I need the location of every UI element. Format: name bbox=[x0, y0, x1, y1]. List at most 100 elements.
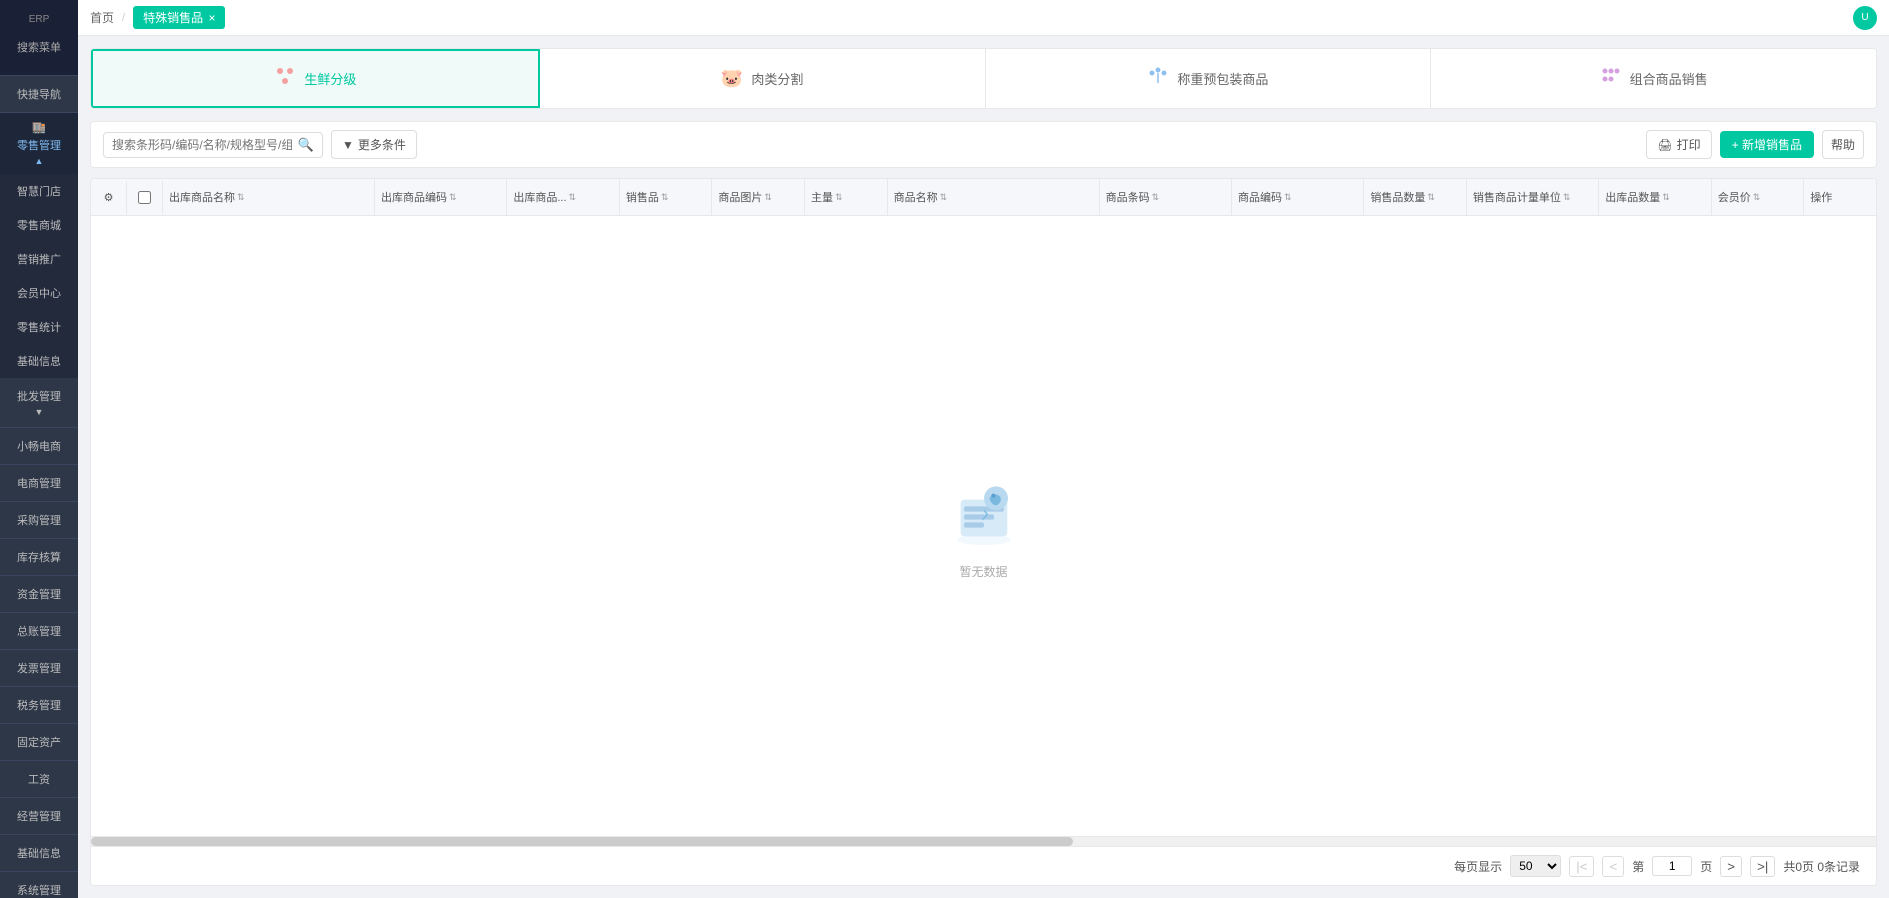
page-label: 页 bbox=[1700, 858, 1712, 875]
table-body: 暂无数据 bbox=[91, 216, 1876, 836]
sidebar-mini-store[interactable]: 小畅电商 bbox=[0, 428, 78, 465]
th-settings[interactable]: ⚙ bbox=[91, 181, 127, 214]
prev-page-button[interactable]: < bbox=[1602, 856, 1624, 877]
page-label-pre: 第 bbox=[1632, 858, 1644, 875]
sidebar-purchase-mgmt[interactable]: 采购管理 bbox=[0, 502, 78, 539]
sort-out-product-name[interactable]: ⇅ bbox=[237, 192, 245, 203]
sidebar-general-ledger[interactable]: 总账管理 bbox=[0, 613, 78, 650]
th-checkbox[interactable] bbox=[127, 181, 163, 214]
sidebar-finance-mgmt[interactable]: 资金管理 bbox=[0, 576, 78, 613]
page-content: 生鲜分级 🐷 肉类分割 称重预包装商品 bbox=[78, 36, 1889, 898]
tab-combo-sales[interactable]: 组合商品销售 bbox=[1431, 49, 1876, 108]
per-page-select[interactable]: 50 10 20 100 bbox=[1510, 855, 1561, 877]
sidebar-item-members[interactable]: 会员中心 bbox=[0, 276, 78, 310]
sidebar-item-base-info-retail[interactable]: 基础信息 bbox=[0, 344, 78, 378]
th-sale-qty: 销售品数量 ⇅ bbox=[1364, 179, 1467, 215]
tab-meat-cut-label: 肉类分割 bbox=[751, 69, 803, 88]
sort-member-price[interactable]: ⇅ bbox=[1753, 192, 1761, 203]
sidebar-quick-nav[interactable]: 快捷导航 bbox=[0, 76, 78, 113]
sidebar-logo: ERP 搜索菜单 bbox=[0, 0, 78, 76]
table-header: ⚙ 出库商品名称 ⇅ 出库商品编码 ⇅ 出库商品... ⇅ bbox=[91, 179, 1876, 216]
sort-goods-name[interactable]: ⇅ bbox=[940, 192, 948, 203]
tab-combo-sales-label: 组合商品销售 bbox=[1630, 69, 1708, 88]
header-bar: 首页 / 特殊销售品 × U bbox=[78, 0, 1889, 36]
tab-meat-cut[interactable]: 🐷 肉类分割 bbox=[540, 49, 986, 108]
sort-out-product-short[interactable]: ⇅ bbox=[569, 192, 577, 203]
print-button[interactable]: 🖨 打印 bbox=[1646, 130, 1711, 159]
horizontal-scrollbar[interactable] bbox=[91, 836, 1876, 846]
empty-state: 暂无数据 bbox=[944, 473, 1024, 580]
empty-illustration bbox=[944, 473, 1024, 553]
sidebar-item-marketing[interactable]: 营销推广 bbox=[0, 242, 78, 276]
sort-product-image[interactable]: ⇅ bbox=[764, 192, 772, 203]
sidebar-ecom-mgmt[interactable]: 电商管理 bbox=[0, 465, 78, 502]
tab-fresh-grading[interactable]: 生鲜分级 bbox=[91, 49, 540, 108]
combo-sales-icon bbox=[1600, 65, 1622, 92]
search-input[interactable] bbox=[112, 138, 292, 152]
sidebar-base-info[interactable]: 基础信息 bbox=[0, 835, 78, 872]
sidebar-item-retail-mall[interactable]: 零售商城 bbox=[0, 208, 78, 242]
tab-close-icon[interactable]: × bbox=[208, 11, 215, 25]
user-avatar[interactable]: U bbox=[1853, 6, 1877, 30]
add-sales-button[interactable]: + 新增销售品 bbox=[1720, 131, 1814, 158]
tab-fresh-grading-label: 生鲜分级 bbox=[304, 69, 356, 88]
total-label: 共0页 0条记录 bbox=[1783, 858, 1860, 875]
sidebar-batch-mgmt[interactable]: 批发管理 ▼ bbox=[0, 378, 78, 428]
sort-out-qty[interactable]: ⇅ bbox=[1662, 192, 1670, 203]
th-main-qty: 主量 ⇅ bbox=[805, 179, 888, 215]
sort-barcode[interactable]: ⇅ bbox=[1152, 192, 1160, 203]
scrollbar-thumb[interactable] bbox=[91, 837, 1073, 846]
sidebar-invoice-mgmt[interactable]: 发票管理 bbox=[0, 650, 78, 687]
toolbar: 🔍 ▼ 更多条件 🖨 打印 + 新增销售品 帮助 bbox=[90, 121, 1877, 168]
th-goods-code: 商品编码 ⇅ bbox=[1232, 179, 1364, 215]
sidebar-ops-mgmt[interactable]: 经营管理 bbox=[0, 798, 78, 835]
th-out-product-code: 出库商品编码 ⇅ bbox=[375, 179, 507, 215]
sort-sale-qty[interactable]: ⇅ bbox=[1427, 192, 1435, 203]
sidebar-item-smart-store[interactable]: 智慧门店 bbox=[0, 174, 78, 208]
pagination: 每页显示 50 10 20 100 |< < 第 页 > >| 共0页 0条记录 bbox=[91, 846, 1876, 885]
select-all-checkbox[interactable] bbox=[138, 191, 151, 204]
sidebar-search-menu[interactable]: 搜索菜单 bbox=[0, 29, 78, 65]
toolbar-left: 🔍 ▼ 更多条件 bbox=[103, 130, 417, 159]
next-page-button[interactable]: > bbox=[1720, 856, 1742, 877]
sort-main-qty[interactable]: ⇅ bbox=[835, 192, 843, 203]
th-operation: 操作 bbox=[1804, 179, 1876, 215]
search-icon[interactable]: 🔍 bbox=[298, 137, 314, 153]
retail-mgmt-icon: 🏬 bbox=[32, 121, 46, 134]
sort-goods-code[interactable]: ⇅ bbox=[1284, 192, 1292, 203]
breadcrumb-separator: / bbox=[122, 12, 125, 24]
tabs-row: 生鲜分级 🐷 肉类分割 称重预包装商品 bbox=[90, 48, 1877, 109]
sidebar-fixed-assets[interactable]: 固定资产 bbox=[0, 724, 78, 761]
sort-sale-product[interactable]: ⇅ bbox=[661, 192, 669, 203]
th-out-product-name: 出库商品名称 ⇅ bbox=[163, 179, 375, 215]
sort-unit[interactable]: ⇅ bbox=[1563, 192, 1571, 203]
sidebar-item-retail-stats[interactable]: 零售统计 bbox=[0, 310, 78, 344]
empty-text: 暂无数据 bbox=[959, 563, 1007, 580]
sidebar-tax-mgmt[interactable]: 税务管理 bbox=[0, 687, 78, 724]
breadcrumb-current[interactable]: 特殊销售品 × bbox=[133, 6, 225, 29]
page-input[interactable] bbox=[1652, 856, 1692, 876]
sidebar-retail-mgmt[interactable]: 🏬 零售管理 ▲ bbox=[0, 113, 78, 174]
table-container: ⚙ 出库商品名称 ⇅ 出库商品编码 ⇅ 出库商品... ⇅ bbox=[90, 178, 1877, 886]
filter-icon: ▼ bbox=[342, 138, 354, 152]
sort-out-product-code[interactable]: ⇅ bbox=[449, 192, 457, 203]
header-right: U bbox=[1853, 6, 1877, 30]
th-barcode: 商品条码 ⇅ bbox=[1100, 179, 1232, 215]
breadcrumb-home[interactable]: 首页 bbox=[90, 9, 114, 26]
print-icon: 🖨 bbox=[1657, 138, 1672, 152]
search-box[interactable]: 🔍 bbox=[103, 132, 323, 158]
sidebar-sys-mgmt[interactable]: 系统管理 bbox=[0, 872, 78, 898]
last-page-button[interactable]: >| bbox=[1750, 856, 1775, 877]
help-button[interactable]: 帮助 bbox=[1822, 130, 1864, 159]
toolbar-right: 🖨 打印 + 新增销售品 帮助 bbox=[1646, 130, 1864, 159]
tab-weighed-prepack-label: 称重预包装商品 bbox=[1177, 69, 1268, 88]
tab-weighed-prepack[interactable]: 称重预包装商品 bbox=[986, 49, 1432, 108]
table-settings-icon[interactable]: ⚙ bbox=[104, 191, 114, 204]
first-page-button[interactable]: |< bbox=[1569, 856, 1594, 877]
sidebar-wages[interactable]: 工资 bbox=[0, 761, 78, 798]
filter-button[interactable]: ▼ 更多条件 bbox=[331, 130, 417, 159]
th-out-qty: 出库品数量 ⇅ bbox=[1599, 179, 1711, 215]
per-page-label: 每页显示 bbox=[1454, 858, 1502, 875]
sidebar-inventory[interactable]: 库存核算 bbox=[0, 539, 78, 576]
th-unit: 销售商品计量单位 ⇅ bbox=[1467, 179, 1599, 215]
